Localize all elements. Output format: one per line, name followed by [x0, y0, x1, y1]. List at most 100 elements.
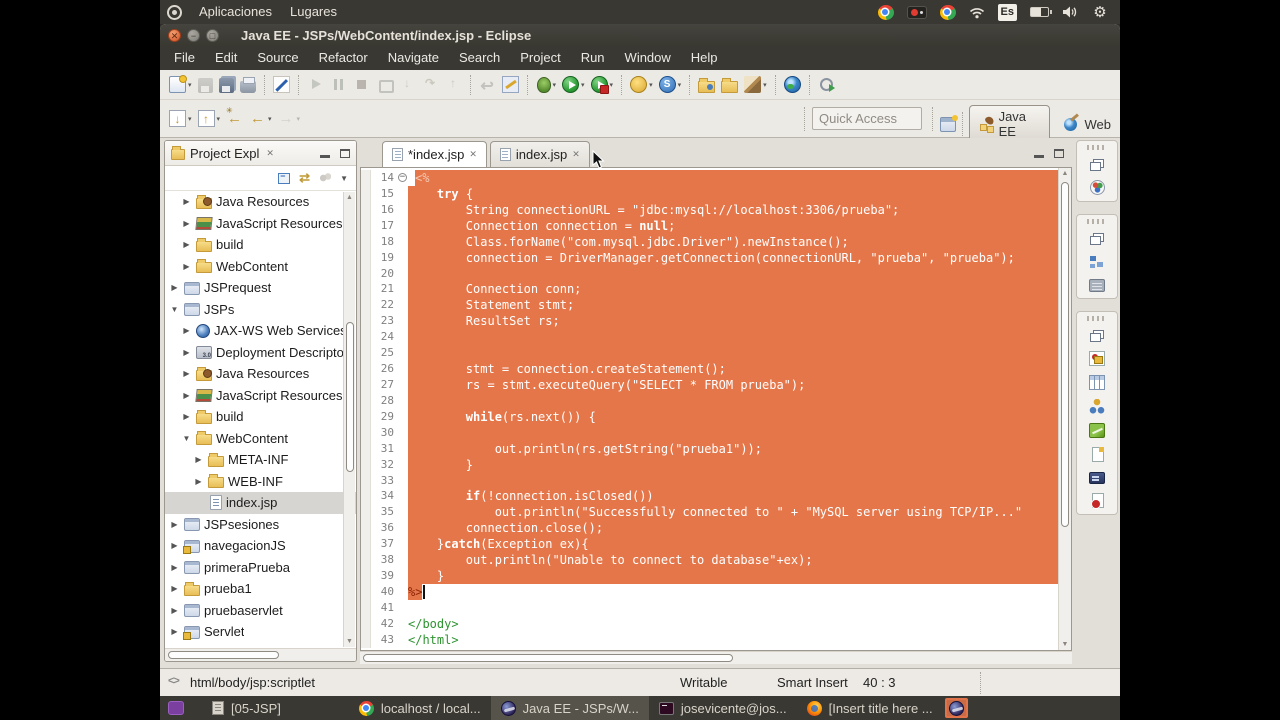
servers-icon[interactable]	[1089, 279, 1105, 292]
editor-minimize-button[interactable]	[1034, 155, 1044, 158]
window-titlebar[interactable]: ✕ − □ Java EE - JSPs/WebContent/index.js…	[160, 24, 1120, 46]
code-line-42[interactable]: 42 </body>	[361, 615, 1058, 632]
tree-item-primeraprueba[interactable]: ▶ primeraPrueba	[165, 557, 356, 579]
step-over-button[interactable]	[420, 74, 441, 95]
run-last-tool-button[interactable]: ▾	[589, 74, 616, 95]
save-button[interactable]	[196, 75, 215, 95]
scrollbar-thumb[interactable]	[168, 650, 279, 659]
expander-closed-icon[interactable]: ▶	[181, 369, 192, 378]
tree-item-jsprequest[interactable]: ▶ JSPrequest	[165, 277, 356, 299]
quick-access-input[interactable]	[812, 107, 922, 130]
new-server-button[interactable]: ▾	[628, 74, 655, 95]
tab-close-icon[interactable]: ✕	[572, 149, 580, 160]
code-line-22[interactable]: 22 Statement stmt;	[361, 297, 1058, 314]
expander-closed-icon[interactable]: ▶	[169, 606, 180, 615]
recorder-icon[interactable]	[906, 5, 927, 19]
save-all-button[interactable]	[217, 75, 236, 95]
drag-handle[interactable]	[1087, 316, 1107, 321]
menu-file[interactable]: File	[164, 46, 205, 70]
highlight-style-button[interactable]: ▾	[742, 74, 769, 95]
datasource-icon[interactable]	[1089, 351, 1105, 366]
code-editor[interactable]: 14− <% 15 try {16 String connectionURL = "…	[360, 167, 1072, 651]
skip-all-breakpoints-button[interactable]	[271, 74, 292, 95]
run-button[interactable]: ▾	[560, 74, 587, 95]
web-browser-button[interactable]	[782, 74, 803, 95]
editor-tab-index-jsp[interactable]: *index.jsp ✕	[382, 141, 487, 167]
tree-vertical-scrollbar[interactable]: ▲ ▼	[343, 192, 355, 647]
tree-item-webcontent[interactable]: ▶ WebContent	[165, 256, 356, 278]
gear-icon[interactable]	[1092, 4, 1108, 21]
navigator-icon[interactable]	[1089, 423, 1105, 438]
new-web-service-button[interactable]: ▾	[657, 74, 684, 95]
print-button[interactable]	[238, 75, 258, 95]
focus-icon[interactable]	[319, 173, 332, 183]
back-dropdown-icon[interactable]: ▾	[268, 115, 272, 123]
drop-to-frame-button[interactable]	[477, 74, 498, 96]
taskbar-item-05-jsp[interactable]: [05-JSP]	[202, 696, 291, 720]
perspective-web[interactable]: Web	[1054, 113, 1121, 135]
code-line-24[interactable]: 24	[361, 329, 1058, 346]
tree-item-jax-ws-web-services[interactable]: ▶ JAX-WS Web Services	[165, 320, 356, 342]
window-close-button[interactable]: ✕	[168, 28, 181, 42]
menu-search[interactable]: Search	[449, 46, 510, 70]
menu-run[interactable]: Run	[571, 46, 615, 70]
previous-annotation-dropdown-icon[interactable]: ▾	[217, 115, 221, 123]
editor-tab-index-jsp[interactable]: index.jsp ✕	[489, 141, 590, 167]
scroll-down-icon[interactable]: ▼	[1059, 641, 1071, 648]
run-last-tool-dropdown-icon[interactable]: ▾	[610, 81, 614, 89]
code-line-32[interactable]: 32 }	[361, 456, 1058, 473]
tree-item-webcontent[interactable]: ▼ WebContent	[165, 428, 356, 450]
code-line-15[interactable]: 15 try {	[361, 185, 1058, 202]
resume-button[interactable]	[305, 74, 326, 95]
expander-closed-icon[interactable]: ▶	[181, 197, 192, 206]
restore-icon[interactable]	[1090, 236, 1101, 245]
expander-open-icon[interactable]: ▼	[181, 434, 192, 443]
expander-closed-icon[interactable]: ▶	[169, 627, 180, 636]
code-line-33[interactable]: 33	[361, 472, 1058, 489]
code-line-18[interactable]: 18 Class.forName("com.mysql.jdbc.Driver"…	[361, 233, 1058, 250]
scroll-up-icon[interactable]: ▲	[344, 194, 355, 201]
code-line-31[interactable]: 31 out.println(rs.getString("prueba1"));	[361, 440, 1058, 457]
tree-item-javascript-resources[interactable]: ▶ JavaScript Resources	[165, 385, 356, 407]
expander-closed-icon[interactable]: ▶	[169, 541, 180, 550]
code-line-28[interactable]: 28	[361, 392, 1058, 409]
scroll-down-icon[interactable]: ▼	[344, 638, 355, 645]
code-line-20[interactable]: 20	[361, 265, 1058, 282]
forward-button[interactable]: ▾	[276, 108, 303, 129]
errorlog-icon[interactable]	[1091, 493, 1104, 509]
ubuntu-logo-icon[interactable]	[167, 4, 182, 20]
drag-handle[interactable]	[1087, 219, 1107, 224]
code-line-36[interactable]: 36 connection.close();	[361, 520, 1058, 537]
menu-project[interactable]: Project	[510, 46, 570, 70]
tree-item-build[interactable]: ▶ build	[165, 406, 356, 428]
expander-closed-icon[interactable]: ▶	[169, 520, 180, 529]
highlight-style-dropdown-icon[interactable]: ▾	[763, 81, 767, 89]
tree-item-index-jsp[interactable]: index.jsp	[165, 492, 356, 514]
code-line-27[interactable]: 27 rs = stmt.executeQuery("SELECT * FROM…	[361, 376, 1058, 393]
window-minimize-button[interactable]: −	[187, 28, 200, 42]
expander-closed-icon[interactable]: ▶	[193, 455, 204, 464]
eclipse-launcher[interactable]	[944, 698, 968, 718]
taskbar-item-localhost-local[interactable]: localhost / local...	[349, 696, 491, 720]
code-line-16[interactable]: 16 String connectionURL = "jdbc:mysql://…	[361, 201, 1058, 218]
restore-icon[interactable]	[1090, 333, 1101, 342]
forward-dropdown-icon[interactable]: ▾	[297, 115, 301, 123]
tree-item-jspsesiones[interactable]: ▶ JSPsesiones	[165, 514, 356, 536]
code-line-39[interactable]: 39 }	[361, 568, 1058, 584]
hierarchy-icon[interactable]	[1089, 399, 1105, 414]
use-step-filters-button[interactable]	[500, 74, 521, 95]
drag-handle[interactable]	[1087, 145, 1107, 150]
code-line-37[interactable]: 37 }catch(Exception ex){	[361, 536, 1058, 553]
fold-collapse-icon[interactable]: −	[398, 173, 407, 182]
collapse-all-icon[interactable]	[278, 171, 291, 184]
open-java-type-button[interactable]	[696, 75, 717, 95]
window-maximize-button[interactable]: □	[206, 28, 219, 42]
suspend-button[interactable]	[328, 74, 349, 95]
expander-closed-icon[interactable]: ▶	[169, 584, 180, 593]
tree-item-java-resources[interactable]: ▶ Java Resources	[165, 191, 356, 213]
kbd-icon[interactable]: Es	[997, 3, 1017, 21]
project-explorer-header[interactable]: Project Expl ✕	[165, 141, 356, 166]
menu-navigate[interactable]: Navigate	[378, 46, 449, 70]
expander-closed-icon[interactable]: ▶	[193, 477, 204, 486]
tree-item-meta-inf[interactable]: ▶ META-INF	[165, 449, 356, 471]
